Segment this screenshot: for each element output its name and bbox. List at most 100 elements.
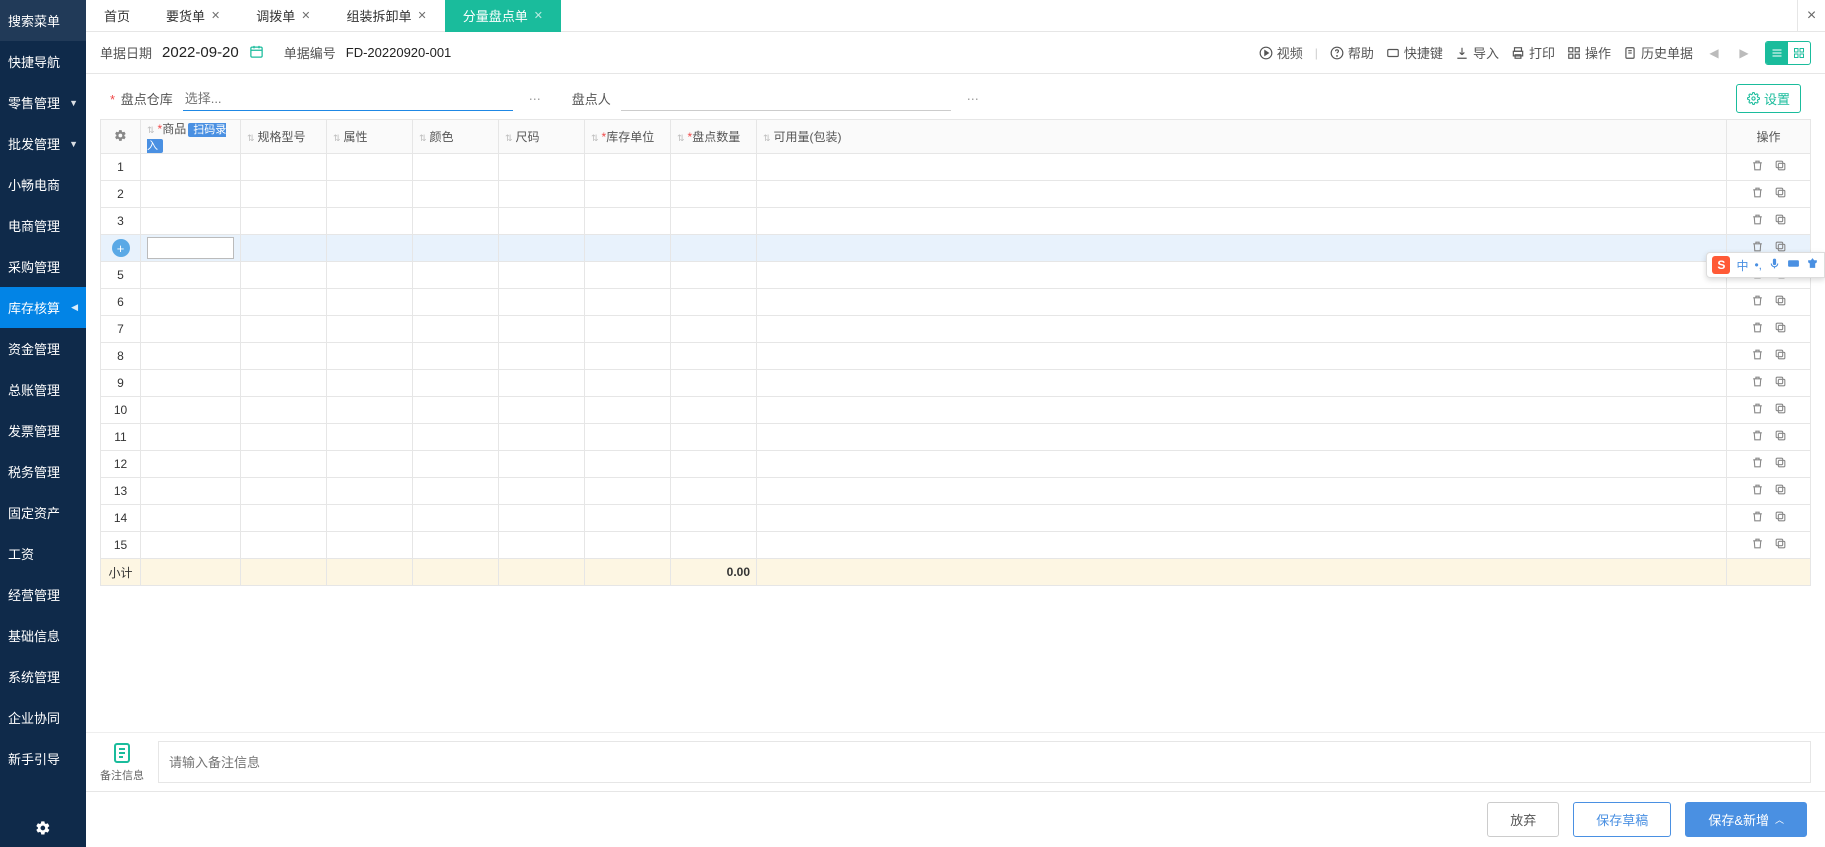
save-draft-button[interactable]: 保存草稿 (1573, 802, 1671, 837)
table-row[interactable]: 11 (101, 424, 1811, 451)
sidebar-item-5[interactable]: 电商管理 (0, 205, 86, 246)
sidebar-item-18[interactable]: 新手引导 (0, 738, 86, 779)
sidebar-item-13[interactable]: 工资 (0, 533, 86, 574)
delete-row-icon[interactable] (1751, 402, 1764, 418)
sidebar-item-6[interactable]: 采购管理 (0, 246, 86, 287)
sidebar-item-3[interactable]: 批发管理▼ (0, 123, 86, 164)
table-row[interactable]: 2 (101, 181, 1811, 208)
ime-skin-icon[interactable] (1806, 257, 1819, 273)
table-row[interactable]: 5 (101, 262, 1811, 289)
table-row[interactable]: 3 (101, 208, 1811, 235)
delete-row-icon[interactable] (1751, 159, 1764, 175)
tab-0[interactable]: 首页 (86, 0, 148, 32)
nav-prev[interactable]: ◀ (1705, 44, 1723, 62)
view-list-icon[interactable] (1766, 42, 1788, 64)
sidebar-item-4[interactable]: 小畅电商 (0, 164, 86, 205)
sidebar-item-12[interactable]: 固定资产 (0, 492, 86, 533)
product-cell-input[interactable] (147, 237, 234, 259)
table-row[interactable]: 9 (101, 370, 1811, 397)
operate-button[interactable]: 操作 (1567, 43, 1611, 62)
settings-button[interactable]: 设置 (1736, 84, 1801, 113)
copy-row-icon[interactable] (1774, 537, 1787, 553)
sidebar-settings-icon[interactable] (0, 812, 86, 847)
delete-row-icon[interactable] (1751, 429, 1764, 445)
copy-row-icon[interactable] (1774, 321, 1787, 337)
copy-row-icon[interactable] (1774, 510, 1787, 526)
table-row[interactable]: 12 (101, 451, 1811, 478)
calendar-icon[interactable] (249, 44, 264, 62)
copy-row-icon[interactable] (1774, 483, 1787, 499)
ime-punct-icon[interactable]: •, (1754, 258, 1762, 272)
delete-row-icon[interactable] (1751, 456, 1764, 472)
sidebar-item-17[interactable]: 企业协同 (0, 697, 86, 738)
copy-row-icon[interactable] (1774, 348, 1787, 364)
sidebar-item-11[interactable]: 税务管理 (0, 451, 86, 492)
column-attr[interactable]: ⇅属性 (327, 120, 413, 154)
column-qty[interactable]: ⇅*盘点数量 (671, 120, 757, 154)
copy-row-icon[interactable] (1774, 294, 1787, 310)
person-input[interactable] (621, 87, 951, 111)
delete-row-icon[interactable] (1751, 321, 1764, 337)
tab-3[interactable]: 组装拆卸单✕ (328, 0, 444, 32)
column-unit[interactable]: ⇅*库存单位 (585, 120, 671, 154)
sidebar-item-14[interactable]: 经营管理 (0, 574, 86, 615)
copy-row-icon[interactable] (1774, 429, 1787, 445)
close-icon[interactable]: ✕ (418, 9, 427, 22)
sidebar-item-9[interactable]: 总账管理 (0, 369, 86, 410)
table-row[interactable]: 13 (101, 478, 1811, 505)
print-button[interactable]: 打印 (1511, 43, 1555, 62)
delete-row-icon[interactable] (1751, 294, 1764, 310)
sidebar-item-8[interactable]: 资金管理 (0, 328, 86, 369)
ime-keyboard-icon[interactable] (1787, 257, 1800, 273)
table-row[interactable]: 8 (101, 343, 1811, 370)
warehouse-input[interactable] (183, 87, 513, 111)
video-button[interactable]: 视频 (1259, 43, 1303, 62)
sidebar-item-2[interactable]: 零售管理▼ (0, 82, 86, 123)
ime-mic-icon[interactable] (1768, 257, 1781, 273)
tab-1[interactable]: 要货单✕ (148, 0, 238, 32)
view-toggle[interactable] (1765, 41, 1811, 65)
warehouse-more-icon[interactable]: ⋯ (523, 92, 542, 106)
close-icon[interactable]: ✕ (211, 9, 220, 22)
column-spec[interactable]: ⇅规格型号 (241, 120, 327, 154)
delete-row-icon[interactable] (1751, 213, 1764, 229)
table-row[interactable]: 6 (101, 289, 1811, 316)
column-gear[interactable] (101, 120, 141, 154)
tab-4[interactable]: 分量盘点单✕ (445, 0, 561, 32)
delete-row-icon[interactable] (1751, 510, 1764, 526)
nav-next[interactable]: ▶ (1735, 44, 1753, 62)
history-button[interactable]: 历史单据 (1623, 43, 1693, 62)
table-row[interactable]: 14 (101, 505, 1811, 532)
column-size[interactable]: ⇅尺码 (499, 120, 585, 154)
delete-row-icon[interactable] (1751, 348, 1764, 364)
sidebar-item-16[interactable]: 系统管理 (0, 656, 86, 697)
view-grid-icon[interactable] (1788, 42, 1810, 64)
discard-button[interactable]: 放弃 (1487, 802, 1559, 837)
table-row[interactable]: 10 (101, 397, 1811, 424)
copy-row-icon[interactable] (1774, 375, 1787, 391)
delete-row-icon[interactable] (1751, 483, 1764, 499)
column-product[interactable]: ⇅*商品扫码录入 (141, 120, 241, 154)
ime-lang[interactable]: 中 (1736, 257, 1748, 274)
close-icon[interactable]: ✕ (534, 9, 543, 22)
shortcut-button[interactable]: 快捷键 (1386, 43, 1443, 62)
column-avail[interactable]: ⇅可用量(包装) (757, 120, 1727, 154)
delete-row-icon[interactable] (1751, 186, 1764, 202)
sidebar-item-10[interactable]: 发票管理 (0, 410, 86, 451)
table-row[interactable]: 1 (101, 154, 1811, 181)
delete-row-icon[interactable] (1751, 375, 1764, 391)
close-icon[interactable]: ✕ (301, 9, 310, 22)
sidebar-item-7[interactable]: 库存核算◀ (0, 287, 86, 328)
delete-row-icon[interactable] (1751, 537, 1764, 553)
import-button[interactable]: 导入 (1455, 43, 1499, 62)
sidebar-item-0[interactable]: 搜索菜单 (0, 0, 86, 41)
sidebar-item-15[interactable]: 基础信息 (0, 615, 86, 656)
sidebar-item-1[interactable]: 快捷导航 (0, 41, 86, 82)
help-button[interactable]: 帮助 (1330, 43, 1374, 62)
copy-row-icon[interactable] (1774, 402, 1787, 418)
tabs-close-all[interactable]: × (1797, 0, 1825, 32)
table-row[interactable]: 7 (101, 316, 1811, 343)
copy-row-icon[interactable] (1774, 159, 1787, 175)
person-more-icon[interactable]: ⋯ (961, 92, 980, 106)
add-row-icon[interactable]: + (112, 239, 130, 257)
